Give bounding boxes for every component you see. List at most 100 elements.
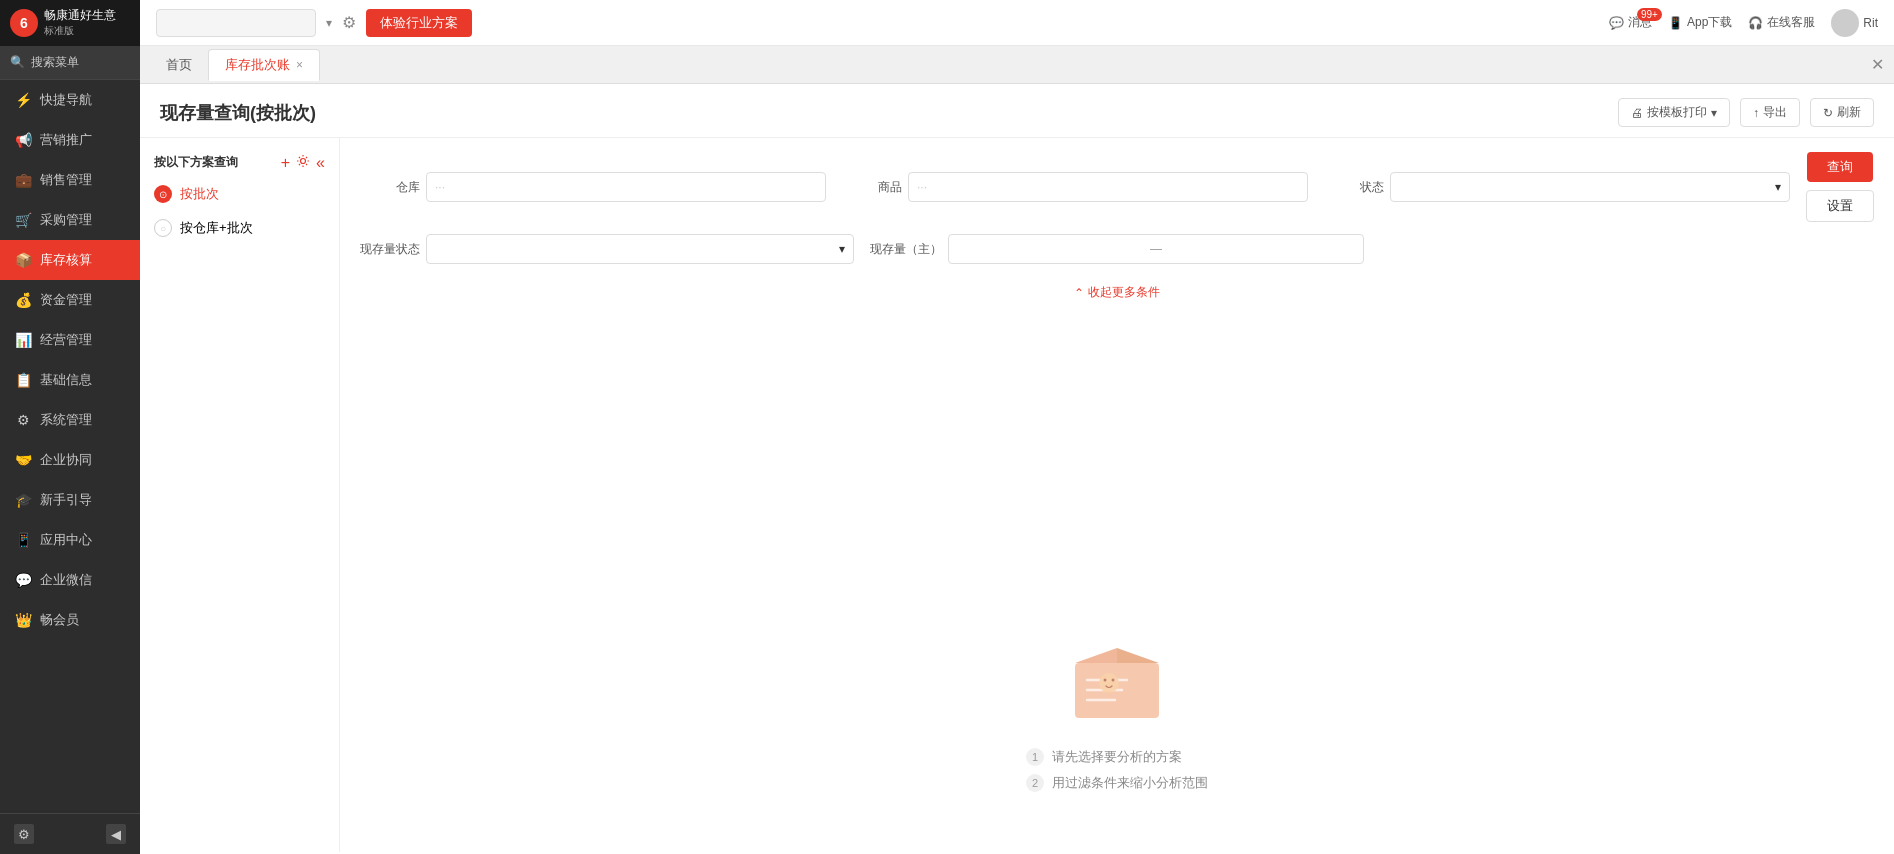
sidebar-item-app-center[interactable]: 📱 应用中心 bbox=[0, 520, 140, 560]
close-page-btn[interactable]: ✕ bbox=[1871, 55, 1884, 74]
stock-amount-from[interactable] bbox=[957, 242, 1142, 256]
sidebar-item-enterprise-wechat[interactable]: 💬 企业微信 bbox=[0, 560, 140, 600]
enterprise-icon: 🤝 bbox=[14, 451, 32, 469]
product-label: 商品 bbox=[842, 179, 902, 196]
sidebar-item-label: 企业微信 bbox=[40, 571, 92, 589]
chevron-up-icon: ⌃ bbox=[1074, 286, 1084, 300]
topbar-search-input[interactable] bbox=[156, 9, 316, 37]
sidebar-nav: ⚡ 快捷导航 📢 营销推广 💼 销售管理 🛒 采购管理 📦 库存核算 💰 资金管… bbox=[0, 80, 140, 813]
stock-status-select[interactable]: ▾ bbox=[426, 234, 854, 264]
stock-amount-to[interactable] bbox=[1170, 242, 1355, 256]
purchase-icon: 🛒 bbox=[14, 211, 32, 229]
export-btn[interactable]: ↑ 导出 bbox=[1740, 98, 1800, 127]
empty-svg bbox=[1057, 608, 1177, 728]
filter-form: 仓库 ··· 商品 ··· 状态 bbox=[340, 138, 1894, 548]
query-btn[interactable]: 查询 bbox=[1807, 152, 1873, 182]
sidebar-settings-btn[interactable]: ⚙ bbox=[14, 824, 34, 844]
online-service-label: 在线客服 bbox=[1767, 14, 1815, 31]
right-panel: 仓库 ··· 商品 ··· 状态 bbox=[340, 138, 1894, 852]
warehouse-field: 仓库 ··· bbox=[360, 172, 826, 202]
basic-info-icon: 📋 bbox=[14, 371, 32, 389]
sidebar-header: 6 畅康通好生意 标准版 bbox=[0, 0, 140, 46]
main-area: ▾ ⚙ 体验行业方案 💬 消息 99+ 📱 App下载 🎧 在线客服 Rit bbox=[140, 0, 1894, 854]
sidebar-search[interactable]: 🔍 搜索菜单 bbox=[0, 46, 140, 80]
gear-icon bbox=[296, 154, 310, 168]
sidebar-item-label: 畅会员 bbox=[40, 611, 79, 629]
scheme-panel: 按以下方案查询 + « ⊙ 按批 bbox=[140, 138, 340, 852]
sidebar-item-finance[interactable]: 💰 资金管理 bbox=[0, 280, 140, 320]
sidebar-item-label: 基础信息 bbox=[40, 371, 92, 389]
tab-inventory-batch[interactable]: 库存批次账 × bbox=[208, 49, 320, 81]
sidebar-item-operations[interactable]: 📊 经营管理 bbox=[0, 320, 140, 360]
phone-icon: 📱 bbox=[1668, 16, 1683, 30]
stock-status-label: 现存量状态 bbox=[360, 241, 420, 258]
svg-marker-3 bbox=[1117, 648, 1159, 663]
add-scheme-btn[interactable]: + bbox=[281, 155, 290, 171]
filter-settings-btn[interactable]: 设置 bbox=[1806, 190, 1874, 222]
sidebar-item-marketing[interactable]: 📢 营销推广 bbox=[0, 120, 140, 160]
chevron-down-icon: ▾ bbox=[1775, 180, 1781, 194]
refresh-icon: ↻ bbox=[1823, 106, 1833, 120]
avatar bbox=[1831, 9, 1859, 37]
sidebar-item-enterprise[interactable]: 🤝 企业协同 bbox=[0, 440, 140, 480]
scheme-panel-header: 按以下方案查询 + « bbox=[140, 148, 339, 177]
scheme-settings-btn[interactable] bbox=[296, 154, 310, 171]
topbar-dropdown-btn[interactable]: ▾ bbox=[326, 16, 332, 30]
warehouse-input[interactable]: ··· bbox=[426, 172, 826, 202]
template-print-btn[interactable]: 🖨 按模板打印 ▾ bbox=[1618, 98, 1730, 127]
scheme-item-warehouse-batch[interactable]: ○ 按仓库+批次 bbox=[140, 211, 339, 245]
scheme-item-batch[interactable]: ⊙ 按批次 bbox=[140, 177, 339, 211]
sidebar-item-label: 资金管理 bbox=[40, 291, 92, 309]
status-select[interactable]: ▾ bbox=[1390, 172, 1790, 202]
sidebar-collapse-btn[interactable]: ◀ bbox=[106, 824, 126, 844]
search-icon: 🔍 bbox=[10, 55, 25, 69]
sidebar-item-quick-nav[interactable]: ⚡ 快捷导航 bbox=[0, 80, 140, 120]
refresh-btn[interactable]: ↻ 刷新 bbox=[1810, 98, 1874, 127]
headset-icon: 🎧 bbox=[1748, 16, 1763, 30]
sidebar-item-sales[interactable]: 💼 销售管理 bbox=[0, 160, 140, 200]
product-input[interactable]: ··· bbox=[908, 172, 1308, 202]
stock-amount-field: 现存量（主） — bbox=[870, 234, 1364, 264]
trial-btn[interactable]: 体验行业方案 bbox=[366, 9, 472, 37]
page-content: 现存量查询(按批次) 🖨 按模板打印 ▾ ↑ 导出 ↻ 刷新 bbox=[140, 84, 1894, 854]
empty-hint-2-text: 用过滤条件来缩小分析范围 bbox=[1052, 774, 1208, 792]
online-service-btn[interactable]: 🎧 在线客服 bbox=[1748, 14, 1815, 31]
page-header-actions: 🖨 按模板打印 ▾ ↑ 导出 ↻ 刷新 bbox=[1618, 98, 1874, 127]
sidebar-item-label: 应用中心 bbox=[40, 531, 92, 549]
stock-amount-range: — bbox=[948, 234, 1364, 264]
status-field: 状态 ▾ bbox=[1324, 172, 1790, 202]
app-download-btn[interactable]: 📱 App下载 bbox=[1668, 14, 1732, 31]
stock-status-field: 现存量状态 ▾ bbox=[360, 234, 854, 264]
marketing-icon: 📢 bbox=[14, 131, 32, 149]
sidebar-item-purchase[interactable]: 🛒 采购管理 bbox=[0, 200, 140, 240]
print-icon: 🖨 bbox=[1631, 106, 1643, 120]
sidebar-item-label: 企业协同 bbox=[40, 451, 92, 469]
sidebar-item-inventory[interactable]: 📦 库存核算 bbox=[0, 240, 140, 280]
filter-actions: 查询 设置 bbox=[1806, 152, 1874, 222]
svg-point-7 bbox=[1099, 673, 1119, 693]
sidebar-item-beginner[interactable]: 🎓 新手引导 bbox=[0, 480, 140, 520]
app-version: 标准版 bbox=[44, 24, 116, 38]
empty-state: 1 请先选择要分析的方案 2 用过滤条件来缩小分析范围 bbox=[340, 548, 1894, 852]
user-name: Rit bbox=[1863, 16, 1878, 30]
product-field: 商品 ··· bbox=[842, 172, 1308, 202]
tab-home[interactable]: 首页 bbox=[150, 50, 208, 80]
user-avatar-btn[interactable]: Rit bbox=[1831, 9, 1878, 37]
scheme-inactive-icon: ○ bbox=[154, 219, 172, 237]
filter-row-2: 现存量状态 ▾ 现存量（主） — bbox=[360, 234, 1874, 264]
tab-close-btn[interactable]: × bbox=[296, 59, 303, 71]
topbar-gear-btn[interactable]: ⚙ bbox=[342, 13, 356, 32]
sidebar-item-basic-info[interactable]: 📋 基础信息 bbox=[0, 360, 140, 400]
sidebar-item-member[interactable]: 👑 畅会员 bbox=[0, 600, 140, 640]
scheme-active-icon: ⊙ bbox=[154, 185, 172, 203]
sidebar-item-label: 营销推广 bbox=[40, 131, 92, 149]
message-btn[interactable]: 💬 消息 99+ bbox=[1609, 14, 1652, 31]
sidebar-item-system[interactable]: ⚙ 系统管理 bbox=[0, 400, 140, 440]
app-center-icon: 📱 bbox=[14, 531, 32, 549]
empty-hint-1-text: 请先选择要分析的方案 bbox=[1052, 748, 1182, 766]
app-logo: 6 bbox=[10, 9, 38, 37]
page-title: 现存量查询(按批次) bbox=[160, 101, 316, 125]
collapse-more-btn[interactable]: ⌃ 收起更多条件 bbox=[360, 276, 1874, 309]
collapse-scheme-panel-btn[interactable]: « bbox=[316, 155, 325, 171]
chevron-down-icon: ▾ bbox=[839, 242, 845, 256]
